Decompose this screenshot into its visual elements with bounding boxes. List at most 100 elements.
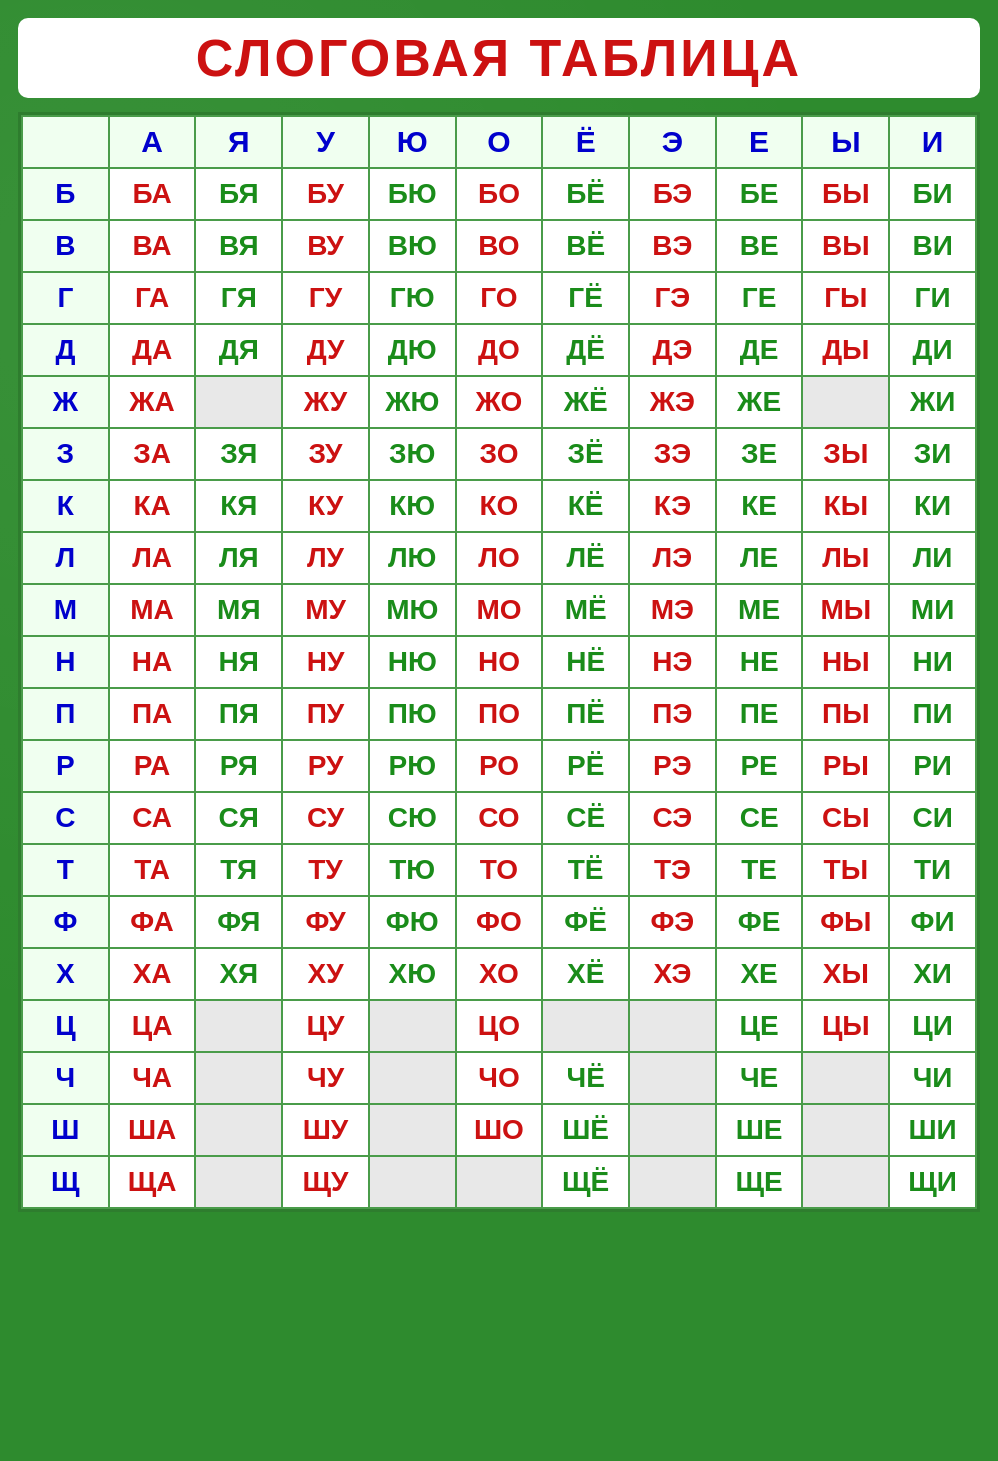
consonant-Ж: Ж (22, 376, 109, 428)
header-vowel-Е: Е (716, 116, 803, 168)
syllable-cell: ЛО (456, 532, 543, 584)
syllable-cell: ВЕ (716, 220, 803, 272)
syllable-cell: ЗИ (889, 428, 976, 480)
header-vowel-Я: Я (195, 116, 282, 168)
syllable-cell: ГУ (282, 272, 369, 324)
syllable-cell (802, 376, 889, 428)
syllable-cell: ГЯ (195, 272, 282, 324)
syllable-cell: ЛЫ (802, 532, 889, 584)
syllable-cell: ВЯ (195, 220, 282, 272)
syllable-cell: РЫ (802, 740, 889, 792)
syllable-cell: ЖЮ (369, 376, 456, 428)
syllable-cell: РУ (282, 740, 369, 792)
table-row: ЛЛАЛЯЛУЛЮЛОЛЁЛЭЛЕЛЫЛИ (22, 532, 976, 584)
syllable-cell: ЦО (456, 1000, 543, 1052)
syllable-cell (369, 1104, 456, 1156)
syllable-cell: КЫ (802, 480, 889, 532)
syllable-cell: ЛЯ (195, 532, 282, 584)
syllable-cell: ХЫ (802, 948, 889, 1000)
syllable-cell: РЮ (369, 740, 456, 792)
table-row: ЧЧАЧУЧОЧЁЧЕЧИ (22, 1052, 976, 1104)
syllable-cell: МИ (889, 584, 976, 636)
syllable-cell: ЧЕ (716, 1052, 803, 1104)
syllable-cell: НЁ (542, 636, 629, 688)
syllable-cell: ХА (109, 948, 196, 1000)
syllable-cell: ХЭ (629, 948, 716, 1000)
syllable-cell: ПЯ (195, 688, 282, 740)
consonant-З: З (22, 428, 109, 480)
syllable-cell: ЛЁ (542, 532, 629, 584)
syllable-cell: ЗЭ (629, 428, 716, 480)
syllable-cell: ЖО (456, 376, 543, 428)
syllable-cell: ЧЁ (542, 1052, 629, 1104)
syllable-cell: ПЫ (802, 688, 889, 740)
syllable-cell: РЯ (195, 740, 282, 792)
syllable-cell: ХЮ (369, 948, 456, 1000)
syllable-cell (802, 1052, 889, 1104)
consonant-С: С (22, 792, 109, 844)
syllable-cell: ХО (456, 948, 543, 1000)
syllable-cell: ФО (456, 896, 543, 948)
syllable-cell: ЖУ (282, 376, 369, 428)
page-title: СЛОГОВАЯ ТАБЛИЦА (48, 28, 950, 88)
consonant-Ш: Ш (22, 1104, 109, 1156)
syllable-cell: СО (456, 792, 543, 844)
syllable-cell: ПЮ (369, 688, 456, 740)
syllable-cell: СА (109, 792, 196, 844)
syllable-cell: ЛЕ (716, 532, 803, 584)
syllable-cell: БЫ (802, 168, 889, 220)
table-row: ГГАГЯГУГЮГОГЁГЭГЕГЫГИ (22, 272, 976, 324)
syllable-cell: ПИ (889, 688, 976, 740)
syllable-cell: НУ (282, 636, 369, 688)
syllable-cell: ВЫ (802, 220, 889, 272)
syllable-cell: КУ (282, 480, 369, 532)
table-row: ЦЦАЦУЦОЦЕЦЫЦИ (22, 1000, 976, 1052)
syllable-cell: ПЭ (629, 688, 716, 740)
syllable-cell: ГИ (889, 272, 976, 324)
syllable-cell: ТЕ (716, 844, 803, 896)
syllable-cell: ЛИ (889, 532, 976, 584)
syllable-cell: СУ (282, 792, 369, 844)
syllable-cell: ЧО (456, 1052, 543, 1104)
syllable-cell: БЕ (716, 168, 803, 220)
syllable-cell (369, 1052, 456, 1104)
syllable-cell: ГЁ (542, 272, 629, 324)
header-vowel-У: У (282, 116, 369, 168)
syllable-cell: КЕ (716, 480, 803, 532)
syllable-cell: ПУ (282, 688, 369, 740)
syllable-cell (195, 1104, 282, 1156)
syllable-cell (195, 1052, 282, 1104)
header-vowel-Ё: Ё (542, 116, 629, 168)
title-box: СЛОГОВАЯ ТАБЛИЦА (18, 18, 980, 98)
consonant-П: П (22, 688, 109, 740)
table-row: ББАБЯБУБЮБОБЁБЭБЕБЫБИ (22, 168, 976, 220)
syllable-cell: НЕ (716, 636, 803, 688)
syllable-cell: НИ (889, 636, 976, 688)
table-row: ППАПЯПУПЮПОПЁПЭПЕПЫПИ (22, 688, 976, 740)
syllable-cell: БЭ (629, 168, 716, 220)
header-empty (22, 116, 109, 168)
syllable-cell: ХЕ (716, 948, 803, 1000)
syllable-cell: ЗЁ (542, 428, 629, 480)
consonant-Г: Г (22, 272, 109, 324)
syllable-cell: НА (109, 636, 196, 688)
header-vowel-И: И (889, 116, 976, 168)
consonant-Ф: Ф (22, 896, 109, 948)
syllable-cell: ВЭ (629, 220, 716, 272)
syllable-cell: ЛА (109, 532, 196, 584)
syllable-cell: КЭ (629, 480, 716, 532)
syllable-cell (369, 1000, 456, 1052)
syllable-cell: РЁ (542, 740, 629, 792)
syllable-cell: ЩИ (889, 1156, 976, 1208)
syllable-cell: ГО (456, 272, 543, 324)
syllable-cell: ГЮ (369, 272, 456, 324)
syllable-cell: ХЁ (542, 948, 629, 1000)
syllable-cell: ФУ (282, 896, 369, 948)
syllable-cell: ДЁ (542, 324, 629, 376)
syllable-cell: ФЕ (716, 896, 803, 948)
syllable-cell: СЁ (542, 792, 629, 844)
syllable-cell: ФЫ (802, 896, 889, 948)
table-row: ДДАДЯДУДЮДОДЁДЭДЕДЫДИ (22, 324, 976, 376)
syllable-cell: БЯ (195, 168, 282, 220)
consonant-Р: Р (22, 740, 109, 792)
